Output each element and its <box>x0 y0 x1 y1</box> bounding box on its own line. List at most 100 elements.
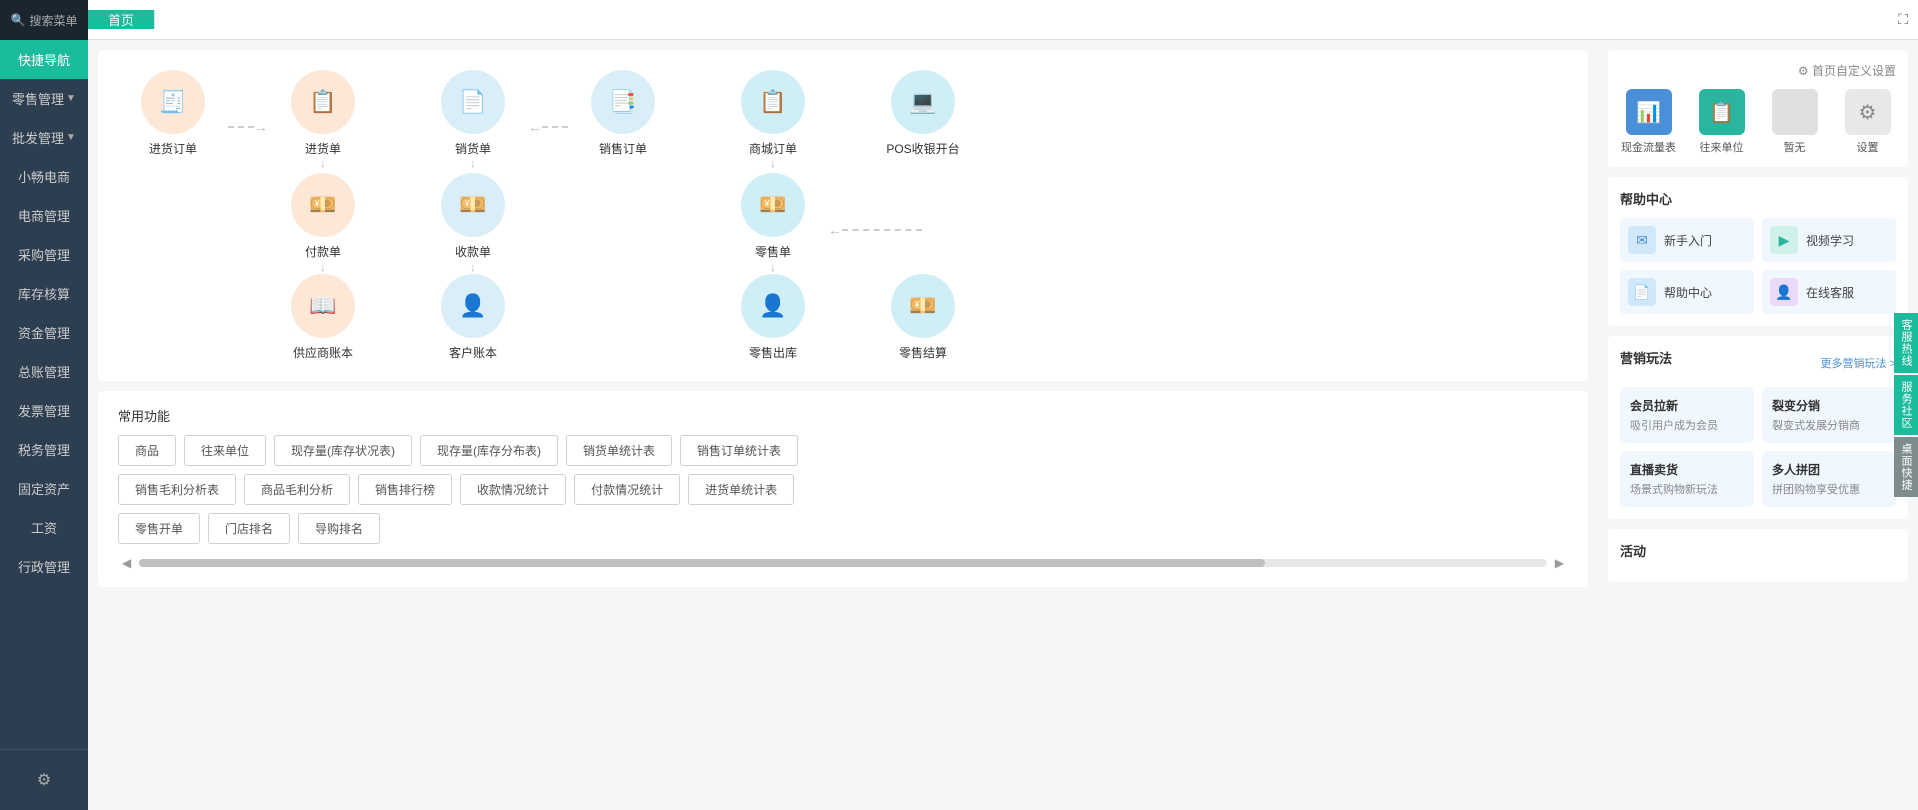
retail-settle-icon: 💴 <box>891 274 955 338</box>
retail-settle-label: 零售结算 <box>899 344 947 361</box>
func-button[interactable]: 销售排行榜 <box>358 474 452 505</box>
func-button[interactable]: 销货单统计表 <box>566 435 672 466</box>
chevron-down-icon: ▼ <box>66 132 76 143</box>
node-sales-order: 📑 销售订单 <box>568 70 678 157</box>
tab-home[interactable]: 首页 <box>88 10 155 29</box>
sidebar-item-label: 税务管理 <box>18 440 70 459</box>
marketing-header: 营销玩法 更多营销玩法 > <box>1620 348 1896 377</box>
right-panel: ⚙ 首页自定义设置 📊 现金流量表 📋 往来单位 暂无 ⚙ 设置 帮助中心 ✉ … <box>1598 40 1918 810</box>
help-center-title: 帮助中心 <box>1620 189 1896 208</box>
node-payment-out: 💴 付款单 <box>268 173 378 260</box>
sidebar-item-quick-nav[interactable]: 快捷导航 <box>0 40 88 79</box>
func-button[interactable]: 现存量(库存状况表) <box>274 435 412 466</box>
help-item-label: 视频学习 <box>1806 232 1854 249</box>
help-icon-beginner: ✉ <box>1628 226 1656 254</box>
sidebar-item-salary[interactable]: 工资 <box>0 508 88 547</box>
payment-out-icon: 💴 <box>291 173 355 237</box>
sidebar-item-purchase[interactable]: 采购管理 <box>0 235 88 274</box>
func-button[interactable]: 导购排名 <box>298 513 380 544</box>
quick-icon-cash-flow[interactable]: 📊 现金流量表 <box>1620 89 1677 155</box>
sidebar-item-label: 快捷导航 <box>18 50 70 69</box>
quick-icon-label: 暂无 <box>1784 139 1806 155</box>
marketing-item-fission[interactable]: 裂变分销 裂变式发展分销商 <box>1762 387 1896 443</box>
func-button[interactable]: 往来单位 <box>184 435 266 466</box>
help-item-video[interactable]: ▶ 视频学习 <box>1762 218 1896 262</box>
quick-icon-box: ⚙ <box>1845 89 1891 135</box>
sales-bill-label: 销货单 <box>455 140 491 157</box>
sidebar-item-tax[interactable]: 税务管理 <box>0 430 88 469</box>
help-item-label: 帮助中心 <box>1664 284 1712 301</box>
node-purchase-order: 🧾 进货订单 <box>118 70 228 157</box>
func-button[interactable]: 商品 <box>118 435 176 466</box>
help-item-online-service[interactable]: 👤 在线客服 <box>1762 270 1896 314</box>
node-customer-account: 👤 客户账本 <box>418 274 528 361</box>
marketing-item-desc: 拼团购物享受优惠 <box>1772 481 1886 497</box>
sidebar: 🔍 搜索菜单 快捷导航零售管理▼批发管理▼小畅电商电商管理采购管理库存核算资金管… <box>0 0 88 810</box>
node-retail-settle: 💴 零售结算 <box>868 274 978 361</box>
float-btn-community[interactable]: 服务社区 <box>1894 375 1918 435</box>
scrollbar-track[interactable] <box>139 559 1547 567</box>
func-buttons: 商品往来单位现存量(库存状况表) 现存量(库存分布表) 销货单统计表销售订单统计表销… <box>118 435 1568 544</box>
sidebar-search[interactable]: 🔍 搜索菜单 <box>0 0 88 40</box>
quick-icon-none[interactable]: 暂无 <box>1766 89 1823 155</box>
float-btn-customer-service[interactable]: 客服热线 <box>1894 313 1918 373</box>
marketing-more[interactable]: 更多营销玩法 > <box>1821 355 1896 371</box>
supplier-account-label: 供应商账本 <box>293 344 353 361</box>
quick-icon-box <box>1772 89 1818 135</box>
expand-icon[interactable]: ⛶ <box>1898 11 1918 28</box>
func-button[interactable]: 门店排名 <box>208 513 290 544</box>
sidebar-settings-icon[interactable]: ⚙ <box>0 760 88 800</box>
func-button[interactable]: 商品毛利分析 <box>244 474 350 505</box>
sidebar-item-wholesale[interactable]: 批发管理▼ <box>0 118 88 157</box>
quick-icon-label: 往来单位 <box>1700 139 1744 155</box>
quick-icon-box: 📋 <box>1699 89 1745 135</box>
func-button[interactable]: 付款情况统计 <box>574 474 680 505</box>
retail-sale-icon: 💴 <box>741 173 805 237</box>
func-button[interactable]: 销售毛利分析表 <box>118 474 236 505</box>
node-purchase-bill: 📋 进货单 <box>268 70 378 157</box>
marketing-title: 营销玩法 <box>1620 348 1672 367</box>
pos-icon: 💻 <box>891 70 955 134</box>
func-button[interactable]: 进货单统计表 <box>688 474 794 505</box>
sidebar-item-retail[interactable]: 零售管理▼ <box>0 79 88 118</box>
marketing-item-member[interactable]: 会员拉新 吸引用户成为会员 <box>1620 387 1754 443</box>
sidebar-item-label: 小畅电商 <box>18 167 70 186</box>
sales-order-icon: 📑 <box>591 70 655 134</box>
node-mall-order: 📋 商城订单 <box>718 70 828 157</box>
sidebar-item-inventory[interactable]: 库存核算 <box>0 274 88 313</box>
purchase-order-icon: 🧾 <box>141 70 205 134</box>
marketing-item-group[interactable]: 多人拼团 拼团购物享受优惠 <box>1762 451 1896 507</box>
func-button[interactable]: 零售开单 <box>118 513 200 544</box>
marketing-item-live[interactable]: 直播卖货 场景式购物新玩法 <box>1620 451 1754 507</box>
scroll-left[interactable]: ◀ <box>118 554 135 572</box>
scrollbar-area[interactable]: ◀ ▶ <box>118 554 1568 572</box>
retail-sale-label: 零售单 <box>755 243 791 260</box>
float-btn-desktop[interactable]: 桌面快捷 <box>1894 437 1918 497</box>
scroll-right[interactable]: ▶ <box>1551 554 1568 572</box>
sidebar-item-invoice[interactable]: 发票管理 <box>0 391 88 430</box>
pos-label: POS收银开台 <box>886 140 959 157</box>
quick-icons: 📊 现金流量表 📋 往来单位 暂无 ⚙ 设置 <box>1620 89 1896 155</box>
help-item-beginner[interactable]: ✉ 新手入门 <box>1620 218 1754 262</box>
func-button[interactable]: 收款情况统计 <box>460 474 566 505</box>
marketing-item-desc: 场景式购物新玩法 <box>1630 481 1744 497</box>
func-button-row: 零售开单门店排名导购排名 <box>118 513 1568 544</box>
purchase-bill-label: 进货单 <box>305 140 341 157</box>
purchase-order-label: 进货订单 <box>149 140 197 157</box>
sidebar-item-fixed-assets[interactable]: 固定资产 <box>0 469 88 508</box>
quick-icon-settings[interactable]: ⚙ 设置 <box>1839 89 1896 155</box>
marketing-item-desc: 吸引用户成为会员 <box>1630 417 1744 433</box>
func-button[interactable]: 现存量(库存分布表) <box>420 435 558 466</box>
node-retail-out: 👤 零售出库 <box>718 274 828 361</box>
func-button[interactable]: 销售订单统计表 <box>680 435 798 466</box>
sidebar-item-general-ledger[interactable]: 总账管理 <box>0 352 88 391</box>
sidebar-item-xiaochangec[interactable]: 小畅电商 <box>0 157 88 196</box>
quick-icon-box: 📊 <box>1626 89 1672 135</box>
sidebar-item-ecommerce[interactable]: 电商管理 <box>0 196 88 235</box>
sidebar-item-finance[interactable]: 资金管理 <box>0 313 88 352</box>
help-item-help[interactable]: 📄 帮助中心 <box>1620 270 1754 314</box>
quick-icon-partner[interactable]: 📋 往来单位 <box>1693 89 1750 155</box>
quick-access-header[interactable]: ⚙ 首页自定义设置 <box>1620 62 1896 79</box>
sidebar-item-more[interactable]: 行政管理 <box>0 547 88 586</box>
sidebar-item-label: 批发管理 <box>12 128 64 147</box>
